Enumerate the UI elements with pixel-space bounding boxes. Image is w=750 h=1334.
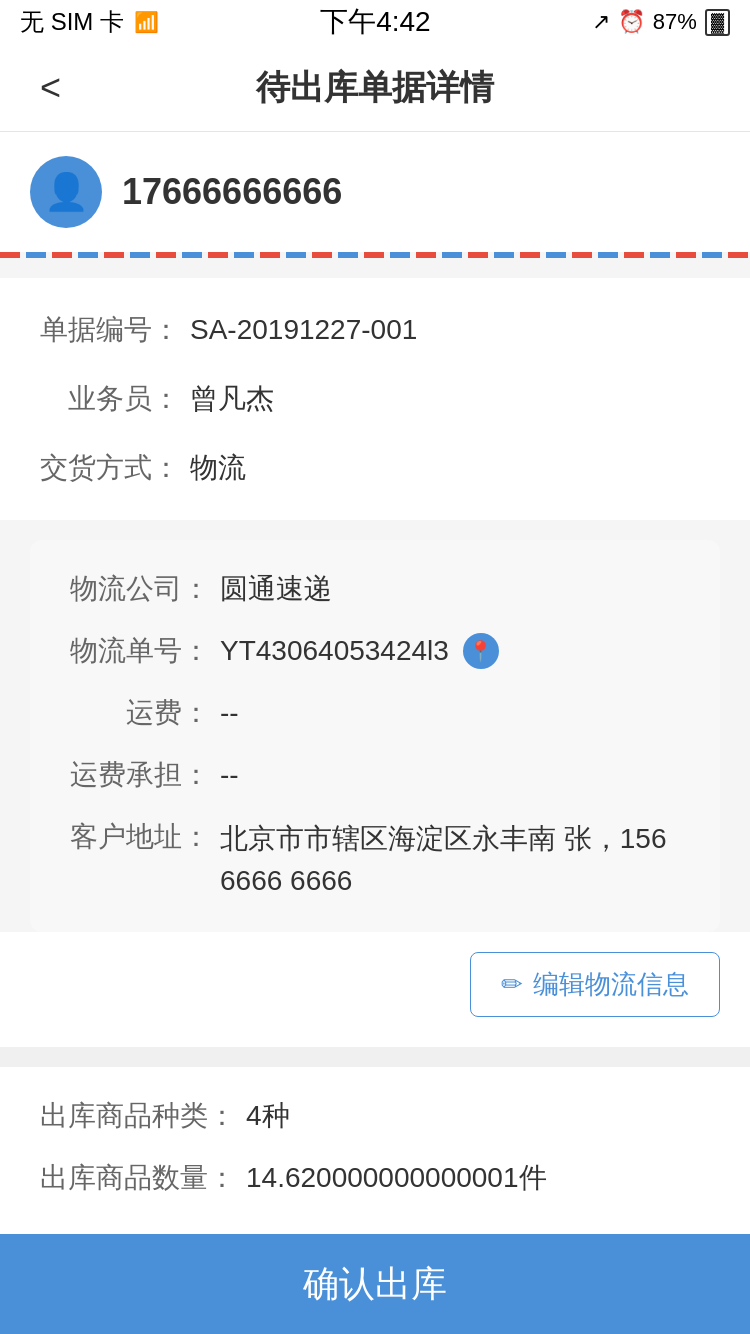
battery-icon: ▓ [705,9,730,36]
delivery-method-row: 交货方式： 物流 [40,446,710,491]
goods-type-label: 出库商品种类： [40,1097,236,1135]
tracking-number-label: 物流单号： [70,632,210,670]
goods-type-value: 4种 [246,1097,290,1135]
avatar-icon: 👤 [44,171,89,213]
logistics-company-value: 圆通速递 [220,570,680,608]
carrier-text: 无 SIM 卡 [20,6,124,38]
time-text: 下午4:42 [320,3,431,41]
freight-value: -- [220,697,680,729]
freight-bearer-value: -- [220,759,680,791]
customer-phone: 17666666666 [122,171,342,213]
sales-person-row: 业务员： 曾凡杰 [40,377,710,422]
delivery-method-value: 物流 [190,446,710,491]
confirm-btn-label: 确认出库 [303,1260,447,1309]
freight-label: 运费： [70,694,210,732]
order-info-section: 单据编号： SA-20191227-001 业务员： 曾凡杰 交货方式： 物流 [0,278,750,520]
tracking-number-value: YT43064053424l3 📍 [220,633,680,669]
edit-icon: ✏ [501,969,523,1000]
status-left: 无 SIM 卡 📶 [20,6,159,38]
back-button[interactable]: < [30,57,71,119]
address-value: 北京市市辖区海淀区永丰南 张，156 6666 6666 [220,818,680,902]
delivery-method-label: 交货方式： [40,446,180,491]
edit-logistics-button[interactable]: ✏ 编辑物流信息 [470,952,720,1017]
edit-btn-row: ✏ 编辑物流信息 [0,932,750,1047]
dashed-border [0,252,750,258]
section-divider [0,1047,750,1067]
status-right: ↗ ⏰ 87% ▓ [592,9,730,36]
order-number-row: 单据编号： SA-20191227-001 [40,308,710,353]
wifi-icon: 📶 [134,10,159,34]
goods-quantity-label: 出库商品数量： [40,1159,236,1197]
goods-quantity-value: 14.620000000000001件 [246,1159,547,1197]
status-bar: 无 SIM 卡 📶 下午4:42 ↗ ⏰ 87% ▓ [0,0,750,44]
logistics-company-row: 物流公司： 圆通速递 [70,570,680,608]
avatar: 👤 [30,156,102,228]
sales-person-value: 曾凡杰 [190,377,710,422]
location-icon: ↗ [592,9,610,35]
customer-header: 👤 17666666666 [0,132,750,252]
logistics-box: 物流公司： 圆通速递 物流单号： YT43064053424l3 📍 运费： -… [30,540,720,932]
address-label: 客户地址： [70,818,210,856]
page-title: 待出库单据详情 [256,65,494,111]
freight-bearer-row: 运费承担： -- [70,756,680,794]
tracking-number-row: 物流单号： YT43064053424l3 📍 [70,632,680,670]
edit-btn-label: 编辑物流信息 [533,967,689,1002]
goods-quantity-row: 出库商品数量： 14.620000000000001件 [40,1159,710,1197]
logistics-company-label: 物流公司： [70,570,210,608]
goods-type-row: 出库商品种类： 4种 [40,1097,710,1135]
nav-bar: < 待出库单据详情 [0,44,750,132]
location-icon: 📍 [463,633,499,669]
freight-bearer-label: 运费承担： [70,756,210,794]
order-number-label: 单据编号： [40,308,180,353]
freight-row: 运费： -- [70,694,680,732]
goods-section: 出库商品种类： 4种 出库商品数量： 14.620000000000001件 [0,1067,750,1227]
confirm-btn-bar[interactable]: 确认出库 [0,1234,750,1334]
battery-text: 87% [653,9,697,35]
sales-person-label: 业务员： [40,377,180,422]
address-row: 客户地址： 北京市市辖区海淀区永丰南 张，156 6666 6666 [70,818,680,902]
alarm-icon: ⏰ [618,9,645,35]
order-number-value: SA-20191227-001 [190,308,710,353]
